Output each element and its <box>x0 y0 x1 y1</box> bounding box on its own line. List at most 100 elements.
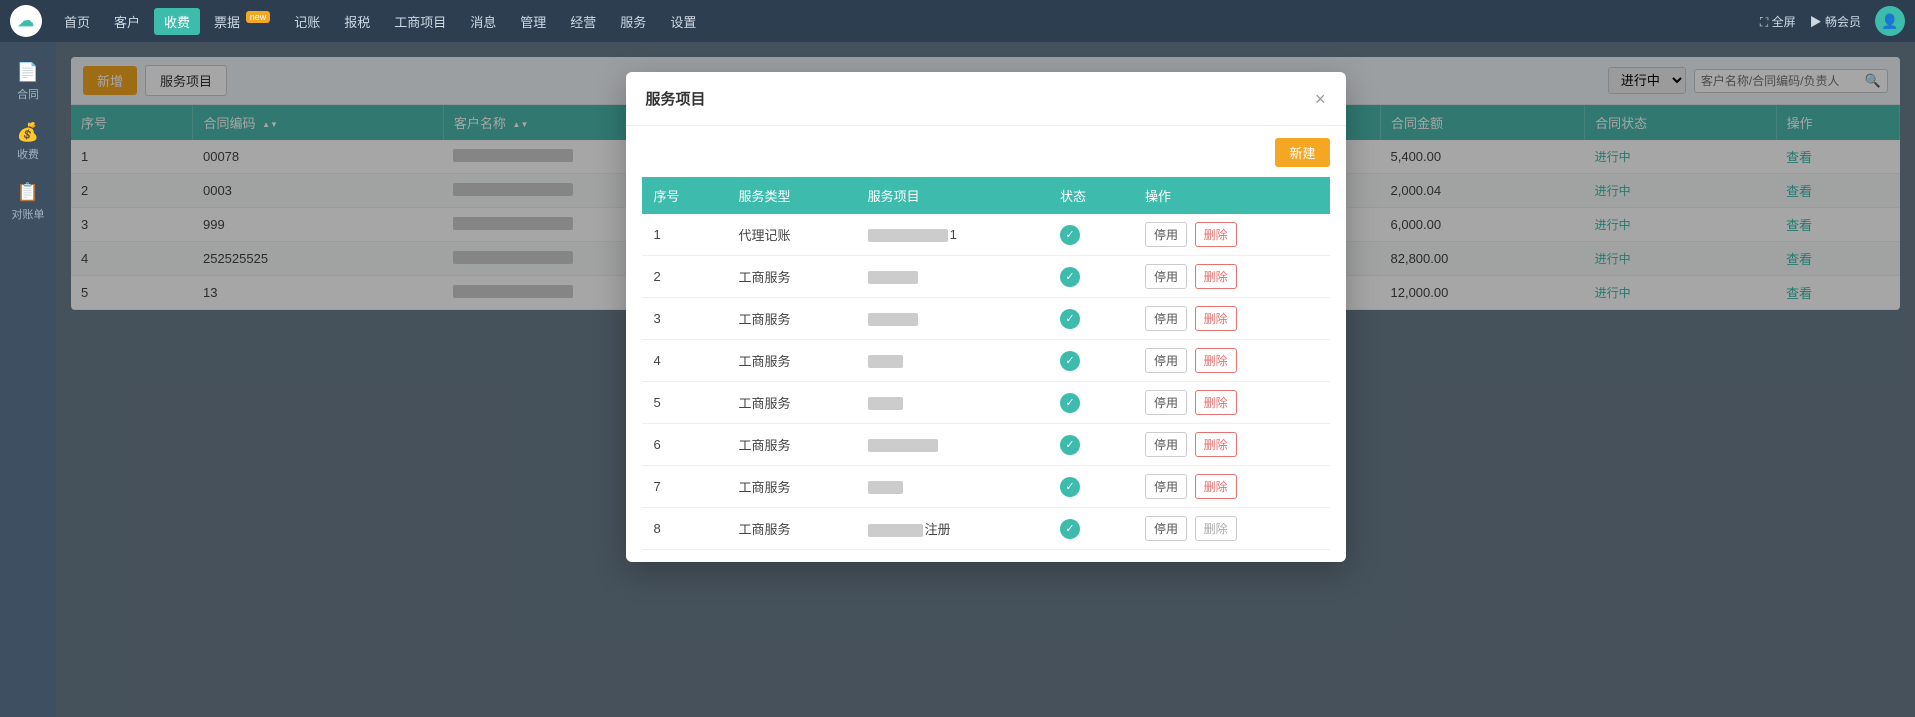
modal-toolbar: 新建 <box>642 138 1330 167</box>
delete-button[interactable]: 删除 <box>1195 264 1237 289</box>
sidebar-label-contract: 合同 <box>17 86 39 102</box>
nav-service[interactable]: 服务 <box>610 8 656 35</box>
nav-billing[interactable]: 收费 <box>154 8 200 35</box>
modal-col-project: 服务项目 <box>856 177 1048 214</box>
status-check-icon: ✓ <box>1060 351 1080 371</box>
modal-cell-project <box>856 298 1048 340</box>
modal-cell-actions: 停用 删除 <box>1133 214 1330 256</box>
modal-cell-status: ✓ <box>1048 340 1133 382</box>
modal-col-type: 服务类型 <box>726 177 855 214</box>
modal-header: 服务项目 × <box>626 72 1346 126</box>
statement-icon: 📋 <box>17 182 39 203</box>
nav-operation[interactable]: 经营 <box>560 8 606 35</box>
nav-menu: 首页 客户 收费 票据 new 记账 报税 工商项目 消息 管理 经营 服务 设… <box>54 8 1760 35</box>
modal-cell-actions: 停用 删除 <box>1133 382 1330 424</box>
modal-new-button[interactable]: 新建 <box>1275 138 1329 167</box>
modal-cell-seq: 7 <box>642 466 727 508</box>
stop-button[interactable]: 停用 <box>1145 222 1187 247</box>
status-check-icon: ✓ <box>1060 477 1080 497</box>
modal-cell-status: ✓ <box>1048 466 1133 508</box>
modal-cell-actions: 停用 删除 <box>1133 508 1330 550</box>
modal-cell-actions: 停用 删除 <box>1133 298 1330 340</box>
stop-button[interactable]: 停用 <box>1145 516 1187 541</box>
service-items-modal: 服务项目 × 新建 序号 服务类型 服务项目 <box>626 72 1346 562</box>
modal-cell-seq: 5 <box>642 382 727 424</box>
billing-icon: 💰 <box>17 122 39 143</box>
stop-button[interactable]: 停用 <box>1145 348 1187 373</box>
top-navigation: ☁ 首页 客户 收费 票据 new 记账 报税 工商项目 消息 管理 经营 服务… <box>0 0 1915 42</box>
status-check-icon: ✓ <box>1060 309 1080 329</box>
sidebar-item-statement[interactable]: 📋 对账单 <box>0 172 56 232</box>
sidebar-item-contract[interactable]: 📄 合同 <box>0 52 56 112</box>
list-item: 4 工商服务 ✓ 停用 删除 <box>642 340 1330 382</box>
stop-button[interactable]: 停用 <box>1145 432 1187 457</box>
nav-management[interactable]: 管理 <box>510 8 556 35</box>
sidebar-item-billing[interactable]: 💰 收费 <box>0 112 56 172</box>
modal-cell-seq: 3 <box>642 298 727 340</box>
modal-cell-seq: 1 <box>642 214 727 256</box>
stop-button[interactable]: 停用 <box>1145 306 1187 331</box>
modal-cell-type: 工商服务 <box>726 298 855 340</box>
modal-cell-status: ✓ <box>1048 214 1133 256</box>
delete-button[interactable]: 删除 <box>1195 348 1237 373</box>
stop-button[interactable]: 停用 <box>1145 390 1187 415</box>
modal-cell-type: 工商服务 <box>726 466 855 508</box>
modal-cell-type: 工商服务 <box>726 256 855 298</box>
nav-right-controls: ⛶ 全屏 ▶ 畅会员 👤 <box>1760 6 1905 36</box>
modal-cell-seq: 2 <box>642 256 727 298</box>
sidebar: 📄 合同 💰 收费 📋 对账单 <box>0 42 56 717</box>
fullscreen-button[interactable]: ⛶ 全屏 <box>1760 13 1796 30</box>
modal-col-action: 操作 <box>1133 177 1330 214</box>
delete-button[interactable]: 删除 <box>1195 390 1237 415</box>
content-area: 新增 服务项目 进行中 已结束 全部 🔍 <box>56 42 1915 717</box>
modal-cell-status: ✓ <box>1048 424 1133 466</box>
modal-cell-seq: 4 <box>642 340 727 382</box>
list-item: 8 工商服务 注册 ✓ 停用 删除 <box>642 508 1330 550</box>
modal-cell-project <box>856 466 1048 508</box>
nav-settings[interactable]: 设置 <box>660 8 706 35</box>
delete-button[interactable]: 删除 <box>1195 474 1237 499</box>
modal-cell-actions: 停用 删除 <box>1133 466 1330 508</box>
delete-button[interactable]: 删除 <box>1195 306 1237 331</box>
user-avatar[interactable]: 👤 <box>1875 6 1905 36</box>
sidebar-label-statement: 对账单 <box>12 206 45 222</box>
list-item: 6 工商服务 ✓ 停用 删除 <box>642 424 1330 466</box>
stop-button[interactable]: 停用 <box>1145 474 1187 499</box>
modal-cell-project: 注册 <box>856 508 1048 550</box>
nav-business[interactable]: 工商项目 <box>384 8 456 35</box>
delete-button[interactable]: 删除 <box>1195 432 1237 457</box>
list-item: 1 代理记账 1 ✓ 停用 删除 <box>642 214 1330 256</box>
stop-button[interactable]: 停用 <box>1145 264 1187 289</box>
nav-customer[interactable]: 客户 <box>104 8 150 35</box>
delete-button[interactable]: 删除 <box>1195 222 1237 247</box>
modal-close-button[interactable]: × <box>1315 90 1326 108</box>
nav-home[interactable]: 首页 <box>54 8 100 35</box>
modal-cell-project <box>856 382 1048 424</box>
modal-cell-type: 工商服务 <box>726 382 855 424</box>
modal-cell-actions: 停用 删除 <box>1133 340 1330 382</box>
nav-tax[interactable]: 报税 <box>334 8 380 35</box>
modal-title: 服务项目 <box>646 88 706 109</box>
service-items-table: 序号 服务类型 服务项目 状态 操作 1 代理记账 1 <box>642 177 1330 550</box>
list-item: 5 工商服务 ✓ 停用 删除 <box>642 382 1330 424</box>
modal-cell-seq: 8 <box>642 508 727 550</box>
modal-cell-project <box>856 424 1048 466</box>
list-item: 3 工商服务 ✓ 停用 删除 <box>642 298 1330 340</box>
modal-cell-project <box>856 256 1048 298</box>
app-logo: ☁ <box>10 5 42 37</box>
modal-col-seq: 序号 <box>642 177 727 214</box>
list-item: 7 工商服务 ✓ 停用 删除 <box>642 466 1330 508</box>
nav-invoice[interactable]: 票据 new <box>204 8 280 35</box>
nav-bookkeeping[interactable]: 记账 <box>284 8 330 35</box>
nav-message[interactable]: 消息 <box>460 8 506 35</box>
sidebar-label-billing: 收费 <box>17 146 39 162</box>
member-button[interactable]: ▶ 畅会员 <box>1810 13 1861 30</box>
modal-cell-actions: 停用 删除 <box>1133 256 1330 298</box>
main-layout: 📄 合同 💰 收费 📋 对账单 新增 服务项目 进行中 已结束 全部 <box>0 42 1915 717</box>
modal-cell-status: ✓ <box>1048 508 1133 550</box>
delete-button[interactable]: 删除 <box>1195 516 1237 541</box>
modal-body: 新建 序号 服务类型 服务项目 状态 操作 <box>626 126 1346 562</box>
modal-cell-actions: 停用 删除 <box>1133 424 1330 466</box>
modal-col-status: 状态 <box>1048 177 1133 214</box>
status-check-icon: ✓ <box>1060 267 1080 287</box>
